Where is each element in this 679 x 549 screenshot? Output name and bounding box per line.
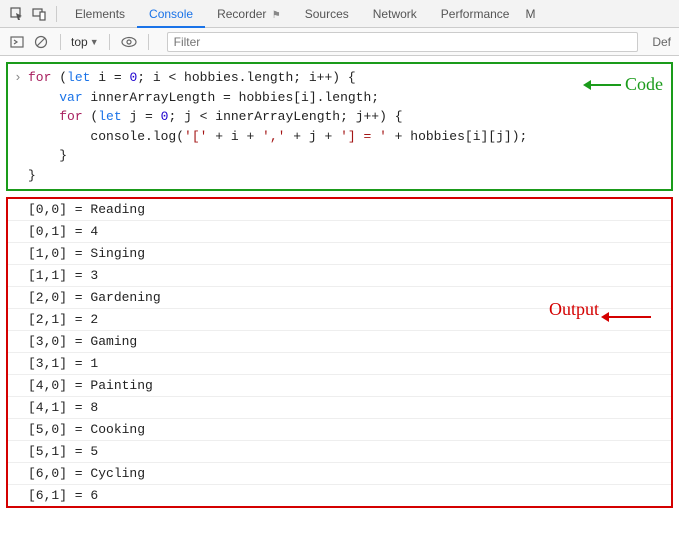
- live-expression-icon[interactable]: [120, 33, 138, 51]
- output-line: [5,0] = Cooking: [8, 419, 671, 441]
- tab-elements[interactable]: Elements: [63, 0, 137, 28]
- separator: [60, 34, 61, 50]
- string: '[': [184, 129, 207, 144]
- kw-let: let: [98, 109, 121, 124]
- devtools-tab-bar: Elements Console Recorder ⚑ Sources Netw…: [0, 0, 679, 28]
- string: '] = ': [340, 129, 387, 144]
- output-line: [3,1] = 1: [8, 353, 671, 375]
- tab-performance[interactable]: Performance: [429, 0, 522, 28]
- output-line: [1,0] = Singing: [8, 243, 671, 265]
- separator: [148, 34, 149, 50]
- context-selector[interactable]: top ▼: [71, 35, 99, 49]
- clear-console-icon[interactable]: [32, 33, 50, 51]
- inspect-icon[interactable]: [6, 3, 28, 25]
- filter-wrapper: [167, 32, 639, 52]
- annotation-code: Code: [585, 74, 663, 95]
- tab-console[interactable]: Console: [137, 0, 205, 28]
- annotation-code-label: Code: [625, 74, 663, 95]
- code-line: var innerArrayLength = hobbies[i].length…: [28, 88, 663, 108]
- code-line: console.log('[' + i + ',' + j + '] = ' +…: [28, 127, 663, 147]
- output-line: [4,1] = 8: [8, 397, 671, 419]
- output-line: [4,0] = Painting: [8, 375, 671, 397]
- tab-sources[interactable]: Sources: [293, 0, 361, 28]
- tab-more[interactable]: M: [521, 0, 539, 28]
- output-line: [3,0] = Gaming: [8, 331, 671, 353]
- chevron-down-icon: ▼: [90, 37, 99, 47]
- output-line: [1,1] = 3: [8, 265, 671, 287]
- kw-let: let: [67, 70, 90, 85]
- string: ',': [262, 129, 285, 144]
- console-toolbar: top ▼ Def: [0, 28, 679, 56]
- code-line: for (let j = 0; j < innerArrayLength; j+…: [28, 107, 663, 127]
- output-line: [6,0] = Cycling: [8, 463, 671, 485]
- annotation-output-label: Output: [549, 299, 599, 319]
- code-line: }: [28, 146, 663, 166]
- default-levels-label[interactable]: Def: [652, 35, 679, 49]
- console-body: for (let i = 0; i < hobbies.length; i++)…: [0, 56, 679, 514]
- tab-recorder-label: Recorder: [217, 7, 266, 21]
- output-box: [0,0] = Reading [0,1] = 4 [1,0] = Singin…: [6, 197, 673, 508]
- annotation-output: Output: [549, 296, 651, 323]
- separator: [56, 6, 57, 22]
- code-line: for (let i = 0; i < hobbies.length; i++)…: [28, 68, 663, 88]
- separator: [109, 34, 110, 50]
- output-line: [5,1] = 5: [8, 441, 671, 463]
- device-toggle-icon[interactable]: [28, 3, 50, 25]
- context-label: top: [71, 35, 88, 49]
- kw-for: for: [59, 109, 82, 124]
- beta-icon: ⚑: [272, 10, 281, 21]
- tab-network[interactable]: Network: [361, 0, 429, 28]
- arrow-left-icon: [585, 84, 621, 86]
- kw-for: for: [28, 70, 51, 85]
- code-input-box: for (let i = 0; i < hobbies.length; i++)…: [6, 62, 673, 191]
- kw-var: var: [59, 90, 82, 105]
- output-line: [6,1] = 6: [8, 485, 671, 506]
- code-line: }: [28, 166, 663, 186]
- toggle-drawer-icon[interactable]: [8, 33, 26, 51]
- output-line: [0,1] = 4: [8, 221, 671, 243]
- arrow-left-icon: [603, 316, 651, 318]
- output-line: [0,0] = Reading: [8, 199, 671, 221]
- filter-input[interactable]: [167, 32, 639, 52]
- tab-recorder[interactable]: Recorder ⚑: [205, 0, 293, 28]
